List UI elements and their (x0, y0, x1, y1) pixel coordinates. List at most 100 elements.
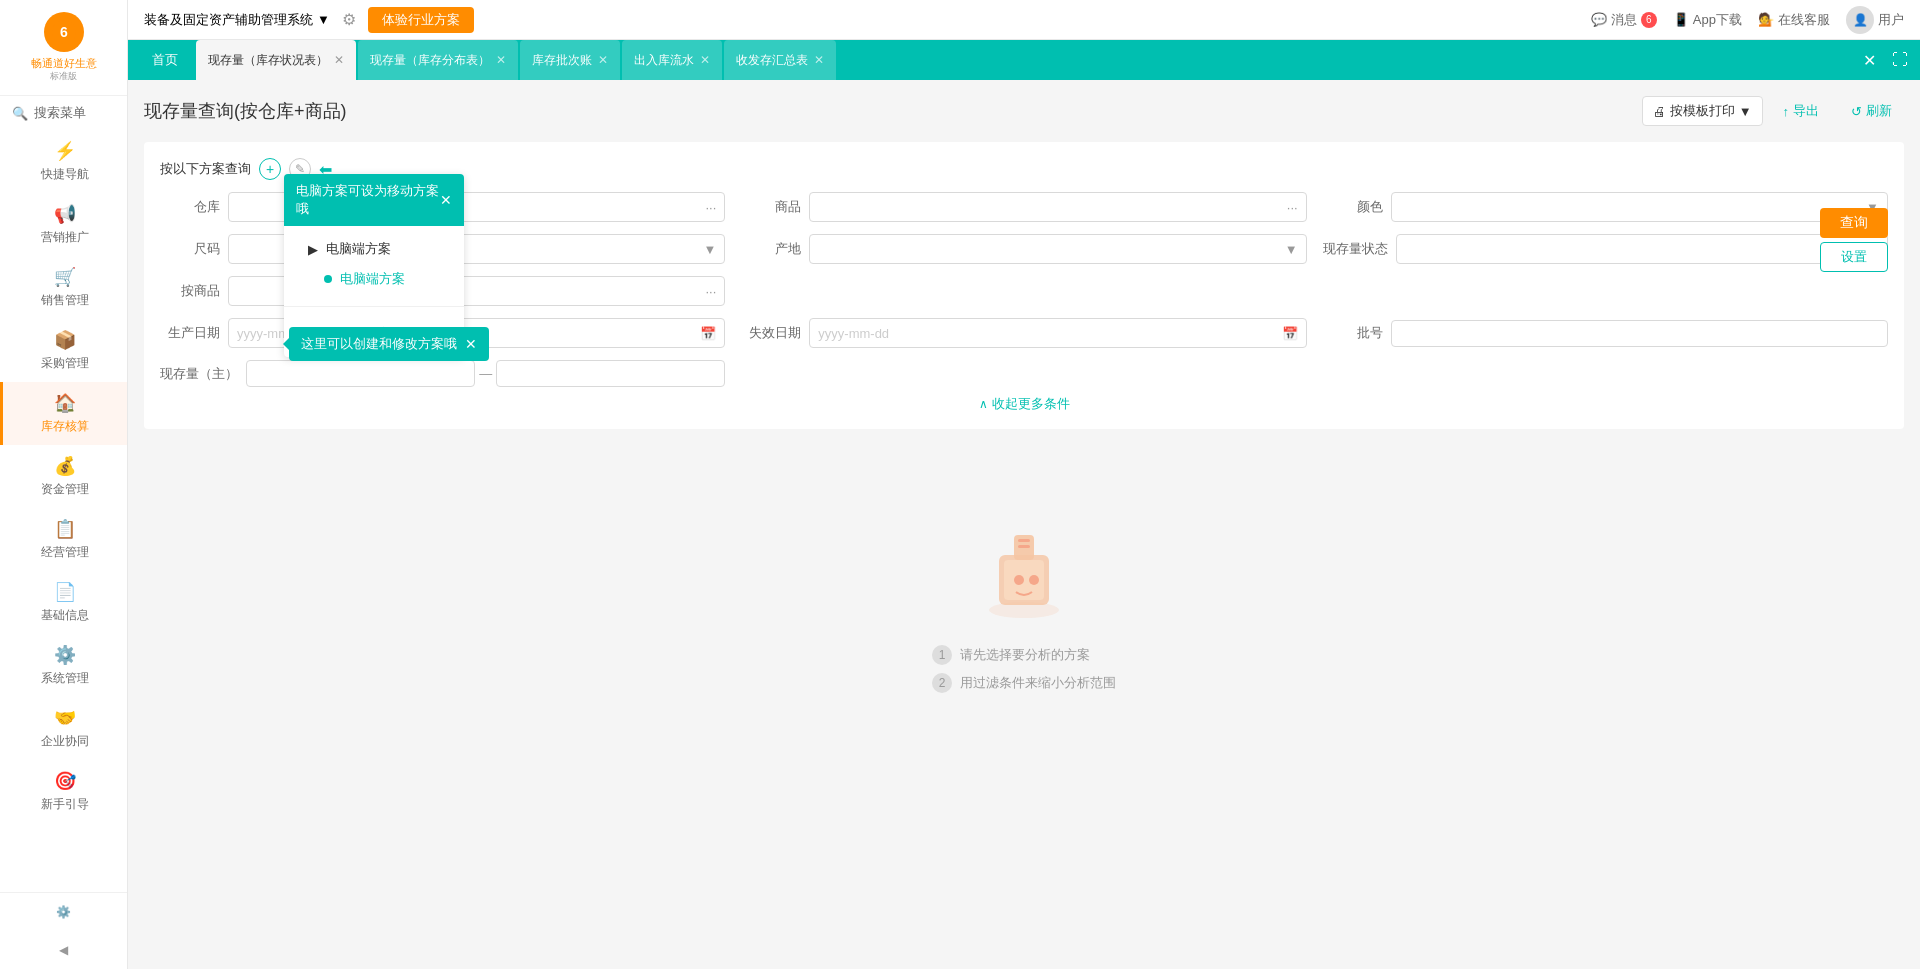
filter-goods-select[interactable]: ··· (809, 192, 1306, 222)
tab-home[interactable]: 首页 (136, 40, 194, 80)
sidebar-item-quick[interactable]: ⚡ 快捷导航 (0, 130, 127, 193)
sidebar-settings-btn[interactable]: ⚙️ (0, 893, 127, 931)
filter-add-button[interactable]: + (259, 158, 281, 180)
filter-expire-date-label: 失效日期 (741, 324, 801, 342)
mobile-icon: 📱 (1673, 12, 1689, 27)
header-user[interactable]: 👤 用户 (1846, 6, 1904, 34)
trial-button[interactable]: 体验行业方案 (368, 7, 474, 33)
header-app-download[interactable]: 📱 App下载 (1673, 11, 1742, 29)
export-icon: ↑ (1783, 104, 1790, 119)
print-icon: 🖨 (1653, 104, 1666, 119)
scheme-pc-expand-icon: ▶ (308, 242, 318, 257)
tab-batch-account[interactable]: 库存批次账 ✕ (520, 40, 620, 80)
header-left: 装备及固定资产辅助管理系统 ▼ ⚙ 体验行业方案 (144, 7, 474, 33)
reset-button[interactable]: 设置 (1820, 242, 1888, 272)
tab-inventory-status[interactable]: 现存量（库存状况表） ✕ (196, 40, 356, 80)
tab-collect-summary[interactable]: 收发存汇总表 ✕ (724, 40, 836, 80)
export-btn[interactable]: ↑ 导出 (1771, 96, 1832, 126)
logo-area: 6 畅通道好生意 标准版 (0, 0, 127, 96)
tab-inout-flow[interactable]: 出入库流水 ✕ (622, 40, 722, 80)
tab-bar: 首页 现存量（库存状况表） ✕ 现存量（库存分布表） ✕ 库存批次账 ✕ 出入库… (128, 40, 1920, 80)
filter-expire-date-input[interactable]: yyyy-mm-dd 📅 (809, 318, 1306, 348)
filter-section: 按以下方案查询 + ✎ ⬅ 电脑方案可设为移动方案哦 ✕ ▶ 电脑端方案 (144, 142, 1904, 429)
filter-batch-input[interactable] (1391, 320, 1888, 347)
sidebar-sales-label: 销售管理 (41, 292, 89, 309)
sidebar-item-operation[interactable]: 📋 经营管理 (0, 508, 127, 571)
header-support[interactable]: 💁 在线客服 (1758, 11, 1830, 29)
support-label: 在线客服 (1778, 11, 1830, 29)
sidebar-item-guide[interactable]: 🎯 新手引导 (0, 760, 127, 823)
message-label: 消息 (1611, 11, 1637, 29)
sidebar-bottom: ⚙️ ◀ (0, 892, 127, 969)
sidebar-search-label: 搜索菜单 (34, 104, 86, 122)
tab-fullscreen-btn[interactable]: ⛶ (1888, 47, 1912, 74)
tab-close-all-btn[interactable]: ✕ (1859, 47, 1880, 74)
filter-origin-select[interactable]: ▼ (809, 234, 1306, 264)
range-separator: — (479, 366, 492, 381)
collapse-icon: ∧ (979, 397, 988, 411)
system-selector[interactable]: 装备及固定资产辅助管理系统 ▼ (144, 11, 330, 29)
filter-expire-date-placeholder: yyyy-mm-dd (818, 326, 889, 341)
scheme-panel-close[interactable]: ✕ (440, 192, 452, 208)
scheme-pc-detail[interactable]: 电脑端方案 (296, 264, 452, 294)
goods-dropdown-icon: ··· (1287, 200, 1298, 215)
sidebar-item-enterprise[interactable]: 🤝 企业协同 (0, 697, 127, 760)
sidebar-collapse-btn[interactable]: ◀ (0, 931, 127, 969)
expire-date-calendar-icon[interactable]: 📅 (1282, 326, 1298, 341)
top-header: 装备及固定资产辅助管理系统 ▼ ⚙ 体验行业方案 💬 消息 6 📱 App下载 … (128, 0, 1920, 40)
sidebar-item-search[interactable]: 🔍 搜索菜单 (0, 96, 127, 130)
scheme-pc-item[interactable]: ▶ 电脑端方案 (296, 234, 452, 264)
sales-icon: 🛒 (54, 266, 76, 288)
refresh-icon: ↺ (1851, 104, 1862, 119)
filter-stock-main-end[interactable] (496, 360, 725, 387)
filter-batch-field: 批号 (1323, 320, 1888, 347)
print-dropdown-icon: ▼ (1739, 104, 1752, 119)
produce-date-calendar-icon[interactable]: 📅 (700, 326, 716, 341)
svg-rect-9 (1018, 545, 1030, 548)
inventory-icon: 🏠 (54, 392, 76, 414)
tab-inout-flow-close[interactable]: ✕ (700, 53, 710, 67)
tooltip-close[interactable]: ✕ (465, 336, 477, 352)
tab-inventory-status-close[interactable]: ✕ (334, 53, 344, 67)
tooltip-arrow (283, 338, 289, 350)
header-message[interactable]: 💬 消息 6 (1591, 11, 1657, 29)
sidebar-guide-label: 新手引导 (41, 796, 89, 813)
filter-stock-main-field: 现存量（主） — (160, 360, 725, 387)
scheme-pc-detail-label: 电脑端方案 (340, 270, 405, 288)
system-title-label: 装备及固定资产辅助管理系统 (144, 11, 313, 29)
refresh-btn[interactable]: ↺ 刷新 (1839, 96, 1904, 126)
filter-stock-main-label: 现存量（主） (160, 365, 238, 383)
scheme-pc-label: 电脑端方案 (326, 240, 391, 258)
print-btn[interactable]: 🖨 按模板打印 ▼ (1642, 96, 1763, 126)
action-buttons: 查询 设置 (1820, 208, 1888, 272)
tab-collect-summary-label: 收发存汇总表 (736, 52, 808, 69)
message-icon: 💬 (1591, 12, 1607, 27)
sidebar-item-purchase[interactable]: 📦 采购管理 (0, 319, 127, 382)
filter-color-select[interactable]: ▼ (1391, 192, 1888, 222)
hint-text-2: 用过滤条件来缩小分析范围 (960, 674, 1116, 692)
filter-collapse-more[interactable]: ∧ 收起更多条件 (160, 387, 1888, 413)
tab-inventory-dist-close[interactable]: ✕ (496, 53, 506, 67)
filter-stock-main-range: — (246, 360, 725, 387)
query-button[interactable]: 查询 (1820, 208, 1888, 238)
sidebar-basic-label: 基础信息 (41, 607, 89, 624)
tab-inventory-dist[interactable]: 现存量（库存分布表） ✕ (358, 40, 518, 80)
tab-actions: ✕ ⛶ (1859, 47, 1912, 74)
collapse-label: 收起更多条件 (992, 395, 1070, 413)
sidebar-item-finance[interactable]: 💰 资金管理 (0, 445, 127, 508)
filter-stock-status-select[interactable]: ▼ (1396, 234, 1888, 264)
sidebar-item-system[interactable]: ⚙️ 系统管理 (0, 634, 127, 697)
filter-stock-main-start[interactable] (246, 360, 475, 387)
tab-inout-flow-label: 出入库流水 (634, 52, 694, 69)
tab-collect-summary-close[interactable]: ✕ (814, 53, 824, 67)
filter-warehouse-label: 仓库 (160, 198, 220, 216)
sidebar-item-inventory[interactable]: 🏠 库存核算 (0, 382, 127, 445)
header-settings-icon[interactable]: ⚙ (342, 10, 356, 29)
sidebar-item-basic[interactable]: 📄 基础信息 (0, 571, 127, 634)
tab-batch-account-close[interactable]: ✕ (598, 53, 608, 67)
tab-inventory-dist-label: 现存量（库存分布表） (370, 52, 490, 69)
finance-icon: 💰 (54, 455, 76, 477)
sidebar-item-marketing[interactable]: 📢 营销推广 (0, 193, 127, 256)
sidebar-item-sales[interactable]: 🛒 销售管理 (0, 256, 127, 319)
page-title: 现存量查询(按仓库+商品) (144, 99, 347, 123)
